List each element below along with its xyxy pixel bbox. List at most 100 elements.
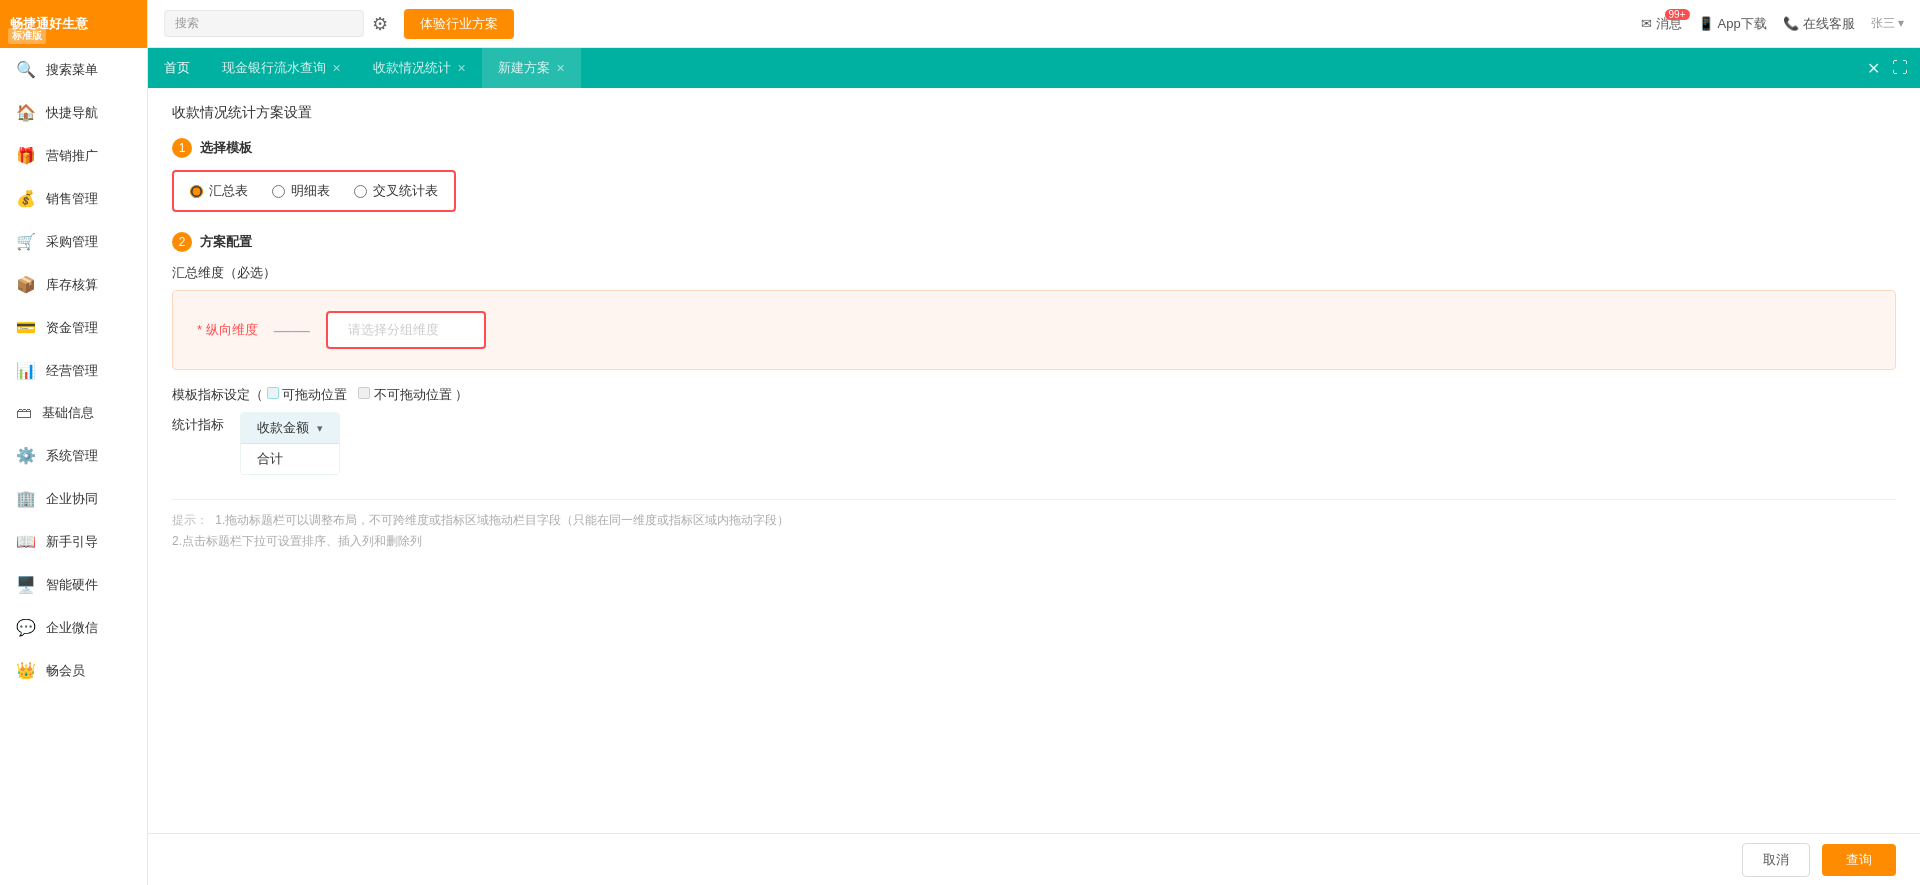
sidebar-item-sales[interactable]: 💰 销售管理	[0, 177, 147, 220]
sidebar-logo: 畅捷通好生意 标准版	[0, 0, 147, 48]
card-icon: 💳	[16, 318, 36, 337]
draggable-indicator	[267, 387, 279, 399]
service-icon: 📞	[1783, 16, 1799, 31]
message-icon: ✉	[1641, 16, 1652, 31]
section2-title: 方案配置	[200, 233, 252, 251]
tip1: 提示： 1.拖动标题栏可以调整布局，不可跨维度或指标区域拖动栏目字段（只能在同一…	[172, 512, 1896, 529]
chevron-down-icon[interactable]: ▾	[317, 422, 323, 435]
dim-selector-placeholder: 请选择分组维度	[348, 322, 439, 337]
sidebar-item-label: 企业微信	[46, 619, 98, 637]
non-draggable-indicator	[358, 387, 370, 399]
sidebar-item-finance[interactable]: 💳 资金管理	[0, 306, 147, 349]
tips-section: 提示： 1.拖动标题栏可以调整布局，不可跨维度或指标区域拖动栏目字段（只能在同一…	[172, 499, 1896, 550]
version-tag: 标准版	[8, 28, 46, 44]
tab-collection[interactable]: 收款情况统计 ✕	[357, 48, 482, 88]
user-info[interactable]: 张三 ▾	[1871, 15, 1904, 32]
sidebar-item-inventory[interactable]: 📦 库存核算	[0, 263, 147, 306]
metrics-header-label: 收款金额	[257, 419, 309, 437]
money-icon: 💰	[16, 189, 36, 208]
tab-new-plan[interactable]: 新建方案 ✕	[482, 48, 581, 88]
building-icon: 🏢	[16, 489, 36, 508]
tab-collection-close[interactable]: ✕	[457, 62, 466, 75]
search-placeholder: 搜索	[175, 16, 199, 30]
sidebar-item-label: 企业协同	[46, 490, 98, 508]
query-button[interactable]: 查询	[1822, 844, 1896, 876]
template-option-cross[interactable]: 交叉统计表	[354, 182, 438, 200]
template-radio-summary[interactable]	[190, 185, 203, 198]
sidebar-item-label: 销售管理	[46, 190, 98, 208]
metrics-row: 合计	[241, 444, 339, 474]
notification-badge[interactable]: ✉ 消息 99+	[1641, 15, 1682, 33]
download-link[interactable]: 📱 App下载	[1698, 15, 1767, 33]
sidebar-item-marketing[interactable]: 🎁 营销推广	[0, 134, 147, 177]
metrics-group-label: 统计指标	[172, 416, 224, 475]
file-icon: 🗃	[16, 404, 32, 422]
sidebar-item-label: 经营管理	[46, 362, 98, 380]
sidebar-item-basic[interactable]: 🗃 基础信息	[0, 392, 147, 434]
sidebar-item-nav[interactable]: 🏠 快捷导航	[0, 91, 147, 134]
template-radio-cross[interactable]	[354, 185, 367, 198]
tab-new-plan-close[interactable]: ✕	[556, 62, 565, 75]
tab-bank-label: 现金银行流水查询	[222, 59, 326, 77]
page-title: 收款情况统计方案设置	[172, 104, 1896, 122]
sidebar-item-purchase[interactable]: 🛒 采购管理	[0, 220, 147, 263]
tab-close-icon[interactable]: ✕	[1867, 59, 1880, 78]
dim-selector[interactable]: 请选择分组维度	[326, 311, 486, 349]
section1-header: 1 选择模板	[172, 138, 1896, 158]
template-option-detail[interactable]: 明细表	[272, 182, 330, 200]
download-icon: 📱	[1698, 16, 1714, 31]
sidebar-item-member[interactable]: 👑 畅会员	[0, 649, 147, 692]
config-section: 汇总维度（必选） * 纵向维度 —— 请选择分组维度 模板	[172, 264, 1896, 475]
header: 搜索 ⚙ 体验行业方案 ✉ 消息 99+ 📱 App下载 📞 在线客服 张三 ▾	[148, 0, 1920, 48]
sidebar-item-wechat[interactable]: 💬 企业微信	[0, 606, 147, 649]
tab-actions: ✕ ⛶	[1855, 48, 1920, 88]
cart-icon: 🛒	[16, 232, 36, 251]
tip2: 2.点击标题栏下拉可设置排序、插入列和删除列	[172, 533, 1896, 550]
service-label: 在线客服	[1803, 15, 1855, 33]
sidebar-item-label: 快捷导航	[46, 104, 98, 122]
sidebar-item-enterprise[interactable]: 🏢 企业协同	[0, 477, 147, 520]
metrics-table: 收款金额 ▾ 合计	[240, 412, 340, 475]
sidebar-item-guide[interactable]: 📖 新手引导	[0, 520, 147, 563]
template-option-summary[interactable]: 汇总表	[190, 182, 248, 200]
trial-button[interactable]: 体验行业方案	[404, 9, 514, 39]
template-cross-label: 交叉统计表	[373, 182, 438, 200]
metrics-header[interactable]: 收款金额 ▾	[241, 413, 339, 444]
home-icon: 🏠	[16, 103, 36, 122]
tab-expand-icon[interactable]: ⛶	[1892, 59, 1908, 77]
notification-count: 99+	[1665, 9, 1690, 20]
header-right: ✉ 消息 99+ 📱 App下载 📞 在线客服 张三 ▾	[1641, 15, 1904, 33]
section1-title: 选择模板	[200, 139, 252, 157]
gift-icon: 🎁	[16, 146, 36, 165]
sidebar-item-operations[interactable]: 📊 经营管理	[0, 349, 147, 392]
service-link[interactable]: 📞 在线客服	[1783, 15, 1855, 33]
box-icon: 📦	[16, 275, 36, 294]
tab-bank[interactable]: 现金银行流水查询 ✕	[206, 48, 357, 88]
settings-icon[interactable]: ⚙	[372, 13, 388, 35]
arrow-icon: ——	[274, 320, 310, 341]
chart-icon: 📊	[16, 361, 36, 380]
sidebar-item-label: 资金管理	[46, 319, 98, 337]
header-left: 搜索 ⚙	[164, 10, 388, 37]
tab-collection-label: 收款情况统计	[373, 59, 451, 77]
dimension-title-text: 汇总维度（必选）	[172, 265, 276, 280]
crown-icon: 👑	[16, 661, 36, 680]
search-icon: 🔍	[16, 60, 36, 79]
metrics-section: 模板指标设定（ 可拖动位置 不可拖动位置 ） 统计指标	[172, 386, 1896, 475]
template-radio-detail[interactable]	[272, 185, 285, 198]
tab-bank-close[interactable]: ✕	[332, 62, 341, 75]
tab-home[interactable]: 首页	[148, 48, 206, 88]
sidebar-item-system[interactable]: ⚙️ 系统管理	[0, 434, 147, 477]
sidebar-item-label: 基础信息	[42, 404, 94, 422]
sidebar-item-label: 系统管理	[46, 447, 98, 465]
sidebar-item-search[interactable]: 🔍 搜索菜单	[0, 48, 147, 91]
sidebar-item-label: 智能硬件	[46, 576, 98, 594]
sidebar-item-label: 新手引导	[46, 533, 98, 551]
section1-num: 1	[172, 138, 192, 158]
dim-row: * 纵向维度 —— 请选择分组维度	[197, 311, 1871, 349]
sidebar-item-hardware[interactable]: 🖥️ 智能硬件	[0, 563, 147, 606]
main-area: 搜索 ⚙ 体验行业方案 ✉ 消息 99+ 📱 App下载 📞 在线客服 张三 ▾	[148, 0, 1920, 885]
cancel-button[interactable]: 取消	[1742, 843, 1810, 877]
header-search[interactable]: 搜索	[164, 10, 364, 37]
template-selection-box: 汇总表 明细表 交叉统计表	[172, 170, 456, 212]
